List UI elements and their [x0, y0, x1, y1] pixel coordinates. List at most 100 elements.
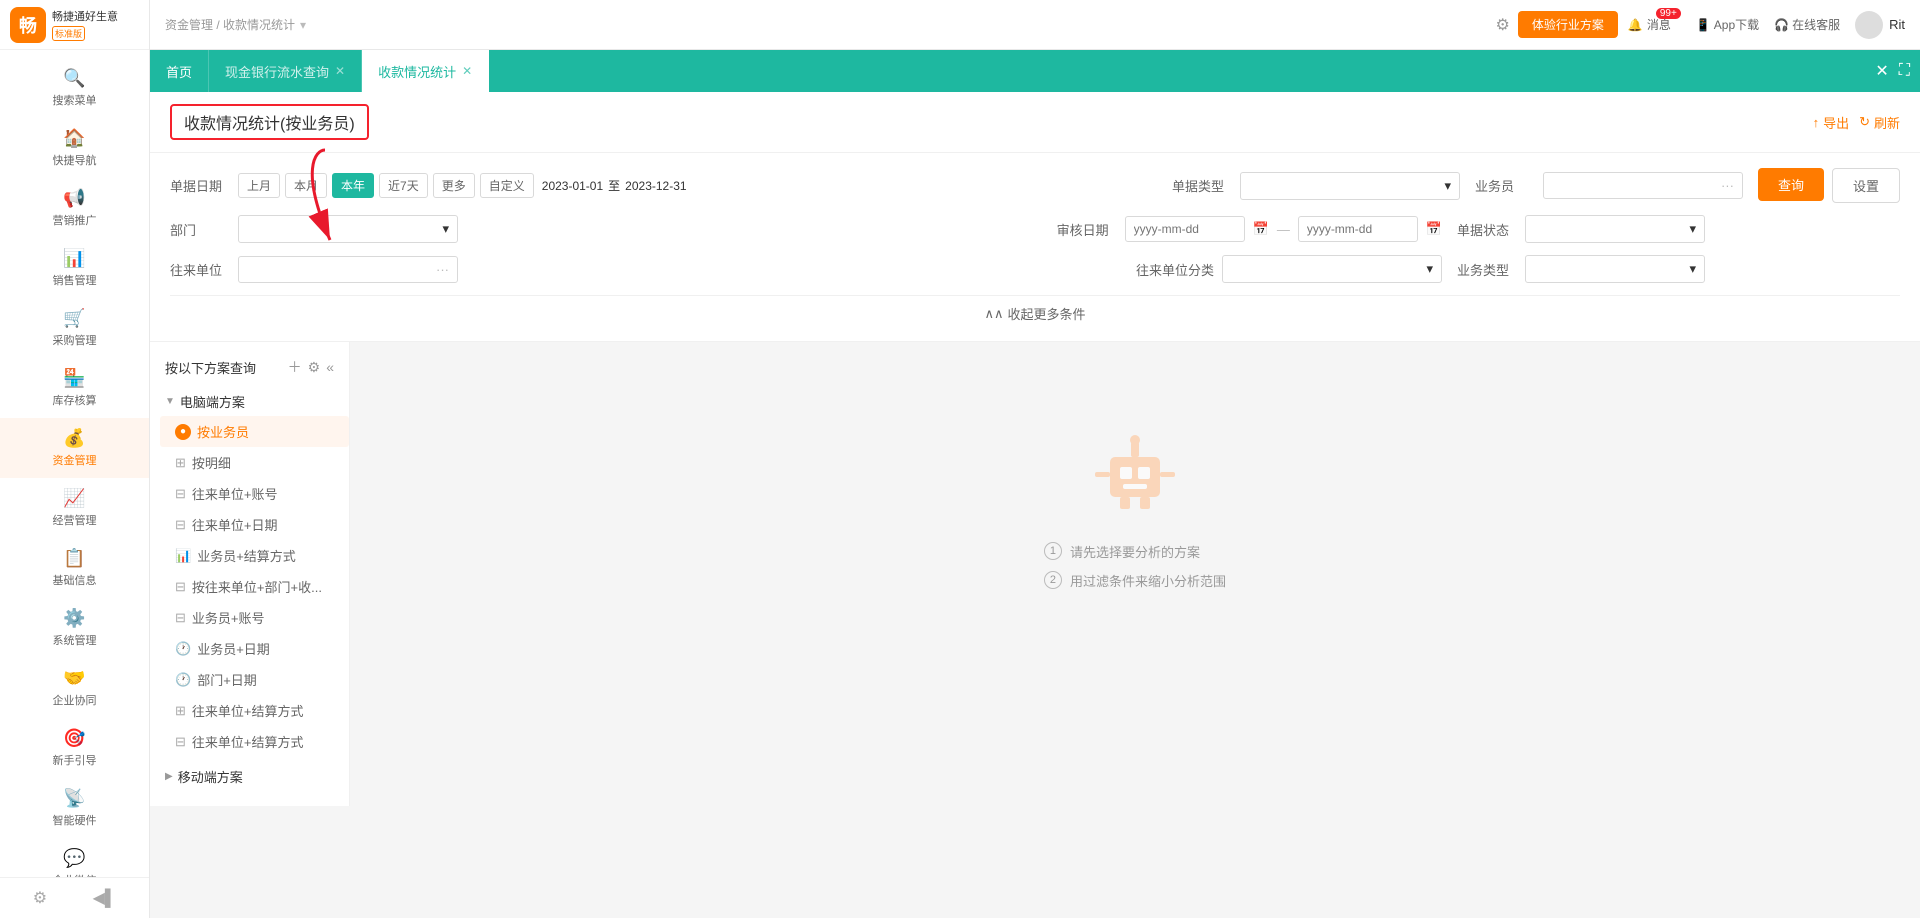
dept-select[interactable]: ▾ [238, 215, 458, 243]
collapse-panel-btn[interactable]: « [326, 357, 334, 377]
refresh-btn[interactable]: ↻ 刷新 [1859, 113, 1900, 132]
partner-select[interactable]: ··· [238, 256, 458, 283]
marketing-icon: 📢 [63, 188, 85, 209]
scheme-items-desktop: ● 按业务员 ⊞ 按明细 ⊟ 往来单位+账号 ⊟ [150, 416, 349, 757]
trial-btn[interactable]: 体验行业方案 [1518, 11, 1618, 38]
date-btn-custom[interactable]: 自定义 [480, 173, 534, 198]
scheme-item-salesperson-account[interactable]: ⊟ 业务员+账号 [160, 602, 349, 633]
scheme-item-by-detail[interactable]: ⊞ 按明细 [160, 447, 349, 478]
tab-collection-close[interactable]: ✕ [462, 64, 472, 78]
date-btn-7days[interactable]: 近7天 [379, 173, 428, 198]
sidebar-item-finance[interactable]: 💰 资金管理 [0, 418, 149, 478]
topbar: 资金管理 / 收款情况统计 ▾ ⚙ 体验行业方案 🔔 消息 99+ 📱 App下… [150, 0, 1920, 50]
collapse-btn[interactable]: ∧∧ 收起更多条件 [170, 296, 1900, 331]
date-range-display: 2023-01-01 至 2023-12-31 [542, 177, 687, 194]
sidebar-item-purchase[interactable]: 🛒 采购管理 [0, 298, 149, 358]
audit-date-from[interactable] [1125, 216, 1245, 242]
partner-dept-icon: ⊟ [175, 579, 186, 595]
user-info[interactable]: Rit [1855, 11, 1905, 39]
doc-status-select[interactable]: ▾ [1525, 215, 1705, 243]
sidebar-item-sales[interactable]: 📊 销售管理 [0, 238, 149, 298]
partner-category-select[interactable]: ▾ [1222, 255, 1442, 283]
sidebar-label-marketing: 营销推广 [53, 212, 97, 228]
collapse-sidebar-icon[interactable]: ◀▌ [93, 888, 117, 908]
date-btn-last-month[interactable]: 上月 [238, 173, 280, 198]
message-btn[interactable]: 🔔 消息 99+ [1628, 16, 1671, 33]
scheme-item-partner-dept[interactable]: ⊟ 按往来单位+部门+收... [160, 571, 349, 602]
partner-category-filter: 往来单位分类 ▾ [1136, 255, 1442, 283]
scheme-tools: ＋ ⚙ « [288, 357, 334, 377]
scheme-item-dept-date[interactable]: 🕐 部门+日期 [160, 664, 349, 695]
date-btn-more[interactable]: 更多 [433, 173, 475, 198]
date-btn-this-month[interactable]: 本月 [285, 173, 327, 198]
type-filter: 单据类型 ▾ [1172, 172, 1460, 200]
tab-bank-close[interactable]: ✕ [335, 64, 345, 78]
app-download-btn[interactable]: 📱 App下载 [1696, 16, 1759, 33]
scheme-item-partner-account[interactable]: ⊟ 往来单位+账号 [160, 478, 349, 509]
sidebar-item-hardware[interactable]: 📡 智能硬件 [0, 778, 149, 838]
date-btn-this-year[interactable]: 本年 [332, 173, 374, 198]
sidebar-item-guide[interactable]: 🎯 新手引导 [0, 718, 149, 778]
operations-icon: 📈 [63, 488, 85, 509]
sidebar-item-marketing[interactable]: 📢 营销推广 [0, 178, 149, 238]
hardware-icon: 📡 [63, 788, 85, 809]
sidebar-label-system: 系统管理 [53, 632, 97, 648]
scheme-group-desktop-title[interactable]: ▼ 电脑端方案 [150, 387, 349, 416]
maximize-btn[interactable]: ⛶ [1899, 62, 1910, 80]
tip-number-2: 2 [1044, 571, 1062, 589]
right-content: 1 请先选择要分析的方案 2 用过滤条件来缩小分析范围 [350, 342, 1920, 806]
calendar-icon-to[interactable]: 📅 [1426, 221, 1442, 237]
scheme-item-salesperson-settle[interactable]: 📊 业务员+结算方式 [160, 540, 349, 571]
tab-bank[interactable]: 现金银行流水查询 ✕ [209, 50, 362, 92]
refresh-label: 刷新 [1874, 113, 1900, 132]
audit-date-to[interactable] [1298, 216, 1418, 242]
wechat-icon: 💬 [63, 848, 85, 869]
partner-filter: 往来单位 ··· [170, 256, 458, 283]
main-area: 资金管理 / 收款情况统计 ▾ ⚙ 体验行业方案 🔔 消息 99+ 📱 App下… [150, 0, 1920, 918]
scheme-item-label-partner-settle2: 往来单位+结算方式 [192, 732, 304, 751]
sidebar-label-shortcut: 快捷导航 [53, 152, 97, 168]
sidebar-item-shortcut[interactable]: 🏠 快捷导航 [0, 118, 149, 178]
settings-footer-icon[interactable]: ⚙ [33, 888, 47, 908]
dropdown-icon[interactable]: ▾ [300, 18, 306, 32]
dept-chevron: ▾ [442, 221, 449, 237]
guide-icon: 🎯 [63, 728, 85, 749]
business-type-select[interactable]: ▾ [1525, 255, 1705, 283]
salesperson-scheme-icon: ● [175, 424, 191, 440]
manage-scheme-btn[interactable]: ⚙ [308, 357, 321, 377]
partner-dots[interactable]: ··· [436, 262, 449, 277]
sidebar-item-basic[interactable]: 📋 基础信息 [0, 538, 149, 598]
sidebar-item-wechat[interactable]: 💬 企业微信 [0, 838, 149, 877]
query-btn[interactable]: 查询 [1758, 168, 1824, 201]
scheme-title: 按以下方案查询 [165, 358, 256, 377]
scheme-group-mobile-title[interactable]: ▶ 移动端方案 [150, 762, 349, 791]
scheme-item-salesperson-date[interactable]: 🕐 业务员+日期 [160, 633, 349, 664]
online-service-btn[interactable]: 🎧 在线客服 [1774, 16, 1840, 33]
sidebar-item-operations[interactable]: 📈 经营管理 [0, 478, 149, 538]
sidebar: 畅 畅捷通好生意 标准版 🔍 搜索菜单 🏠 快捷导航 📢 营销推广 📊 销售管理… [0, 0, 150, 918]
scheme-item-label-salesperson-account: 业务员+账号 [192, 608, 265, 627]
sidebar-item-system[interactable]: ⚙️ 系统管理 [0, 598, 149, 658]
export-btn[interactable]: ↑ 导出 [1813, 113, 1850, 132]
sidebar-item-inventory[interactable]: 🏪 库存核算 [0, 358, 149, 418]
calendar-icon-from[interactable]: 📅 [1253, 221, 1269, 237]
type-select[interactable]: ▾ [1240, 172, 1460, 200]
logo-icon: 畅 [10, 7, 46, 43]
sidebar-item-enterprise[interactable]: 🤝 企业协同 [0, 658, 149, 718]
close-all-btn[interactable]: ✕ [1875, 61, 1888, 81]
gear-icon[interactable]: ⚙ [1496, 15, 1510, 35]
scheme-item-partner-settle1[interactable]: ⊞ 往来单位+结算方式 [160, 695, 349, 726]
message-badge: 99+ [1656, 8, 1681, 19]
salesperson-dots[interactable]: ··· [1721, 178, 1734, 193]
scheme-item-by-salesperson[interactable]: ● 按业务员 [160, 416, 349, 447]
tab-collection[interactable]: 收款情况统计 ✕ [362, 50, 489, 92]
salesperson-select[interactable]: ··· [1543, 172, 1743, 199]
scheme-header: 按以下方案查询 ＋ ⚙ « [150, 352, 349, 387]
settings-btn[interactable]: 设置 [1832, 168, 1900, 203]
tab-home[interactable]: 首页 [150, 50, 209, 92]
add-scheme-btn[interactable]: ＋ [288, 357, 302, 377]
sidebar-item-search[interactable]: 🔍 搜索菜单 [0, 58, 149, 118]
logo-area: 畅 畅捷通好生意 标准版 [0, 0, 149, 50]
scheme-item-partner-settle2[interactable]: ⊟ 往来单位+结算方式 [160, 726, 349, 757]
scheme-item-partner-date[interactable]: ⊟ 往来单位+日期 [160, 509, 349, 540]
